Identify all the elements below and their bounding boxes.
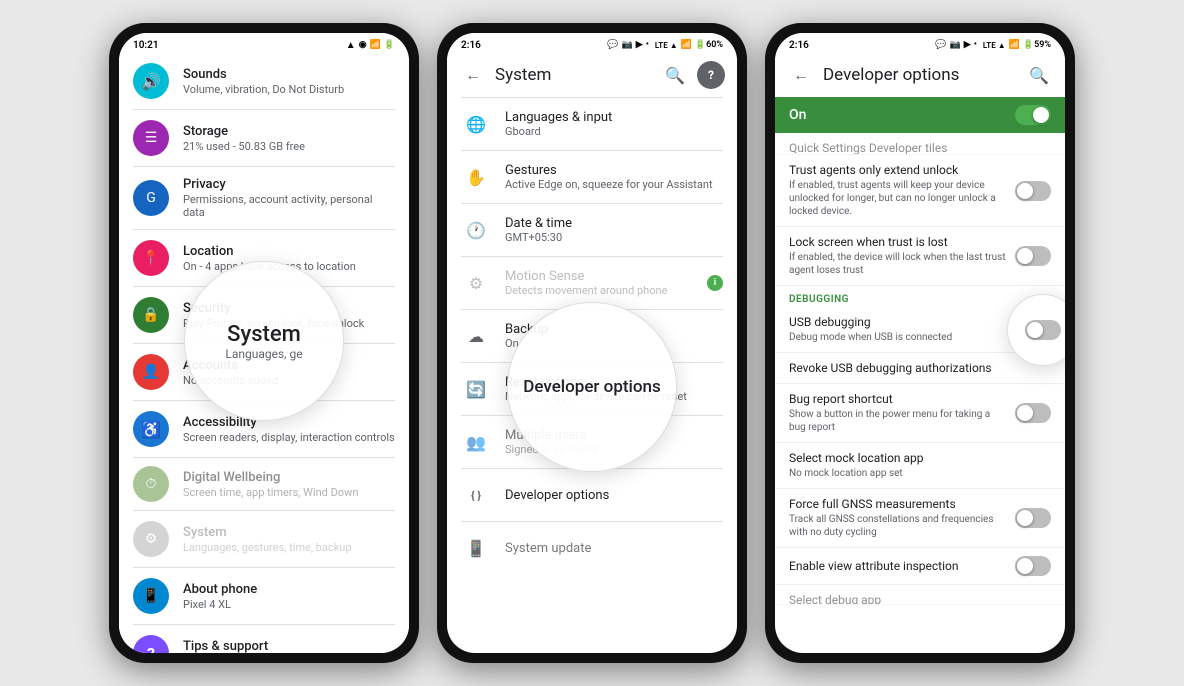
developer-circle-text: Developer options [513, 377, 670, 397]
digital-wellbeing-icon: ⏱ [133, 466, 169, 502]
lock-screen-toggle[interactable] [1015, 246, 1051, 266]
reset-icon: 🔄 [461, 374, 491, 404]
privacy-icon: G [133, 180, 169, 216]
status-icons-1: ▲ ◉ 📶 🔋 [346, 40, 395, 51]
settings-item-system[interactable]: ⚙ System Languages, gestures, time, back… [119, 511, 409, 567]
menu-languages[interactable]: 🌐 Languages & input Gboard [447, 98, 737, 150]
status-icons-3: 💬 📷 ▶ • LTE ▲ 📶 🔋59% [935, 40, 1051, 50]
system-icon: ⚙ [133, 521, 169, 557]
dev-on-label: On [789, 107, 806, 123]
phone-3: 2:16 💬 📷 ▶ • LTE ▲ 📶 🔋59% ← Developer op… [765, 23, 1075, 663]
menu-system-update[interactable]: 📱 System update [447, 522, 737, 574]
back-button-3[interactable]: ← [787, 61, 815, 89]
settings-item-sounds[interactable]: 🔊 Sounds Volume, vibration, Do Not Distu… [119, 53, 409, 109]
dev-option-mock-location[interactable]: Select mock location app No mock locatio… [775, 443, 1065, 489]
system-circle-overlay: System Languages, ge [184, 261, 344, 421]
status-bar-1: 10:21 ▲ ◉ 📶 🔋 [119, 33, 409, 53]
sounds-title: Sounds [183, 67, 395, 82]
dev-option-debug-app[interactable]: Select debug app [775, 585, 1065, 605]
search-button-2[interactable]: 🔍 [661, 61, 689, 89]
about-icon: 📱 [133, 578, 169, 614]
dev-option-view-attr[interactable]: Enable view attribute inspection [775, 548, 1065, 585]
status-bar-2: 2:16 💬 📷 ▶ • LTE ▲ 📶 🔋60% [447, 33, 737, 53]
security-icon: 🔒 [133, 297, 169, 333]
dev-option-usb-debugging[interactable]: USB debugging Debug mode when USB is con… [775, 307, 1065, 353]
dev-master-toggle[interactable] [1015, 105, 1051, 125]
time-1: 10:21 [133, 40, 159, 51]
usb-debugging-toggle[interactable] [1025, 320, 1061, 340]
developer-circle-overlay: Developer options [507, 302, 677, 472]
gnss-toggle[interactable] [1015, 508, 1051, 528]
menu-datetime[interactable]: 🕐 Date & time GMT+05:30 [447, 204, 737, 256]
settings-item-about[interactable]: 📱 About phone Pixel 4 XL [119, 568, 409, 624]
time-2: 2:16 [461, 40, 481, 51]
languages-icon: 🌐 [461, 109, 491, 139]
developer-icon: { } [461, 480, 491, 510]
settings-item-digital-wellbeing[interactable]: ⏱ Digital Wellbeing Screen time, app tim… [119, 458, 409, 510]
tips-icon: ? [133, 635, 169, 653]
time-3: 2:16 [789, 40, 809, 51]
motion-sense-icon: ⚙ [461, 268, 491, 298]
help-button-2[interactable]: ? [697, 61, 725, 89]
gestures-icon: ✋ [461, 162, 491, 192]
dev-option-gnss[interactable]: Force full GNSS measurements Track all G… [775, 489, 1065, 548]
location-icon: 📍 [133, 240, 169, 276]
status-icons-2: 💬 📷 ▶ • LTE ▲ 📶 🔋60% [607, 40, 723, 50]
system-menu: 🌐 Languages & input Gboard ✋ Gestures Ac… [447, 98, 737, 653]
bug-report-toggle[interactable] [1015, 403, 1051, 423]
trust-agents-toggle[interactable] [1015, 181, 1051, 201]
dev-master-toggle-thumb [1033, 107, 1049, 123]
app-bar-3: ← Developer options 🔍 [775, 53, 1065, 97]
dev-toggle-bar: On [775, 97, 1065, 133]
settings-item-tips[interactable]: ? Tips & support Help articles, phone & … [119, 625, 409, 653]
settings-item-storage[interactable]: ☰ Storage 21% used - 50.83 GB free [119, 110, 409, 166]
phone-2: 2:16 💬 📷 ▶ • LTE ▲ 📶 🔋60% ← System 🔍 ? 🌐 [437, 23, 747, 663]
screen-title-2: System [495, 65, 653, 85]
circle-text: System [227, 322, 301, 347]
status-bar-3: 2:16 💬 📷 ▶ • LTE ▲ 📶 🔋59% [775, 33, 1065, 53]
sounds-subtitle: Volume, vibration, Do Not Disturb [183, 83, 395, 96]
settings-item-privacy[interactable]: G Privacy Permissions, account activity,… [119, 167, 409, 229]
dev-option-bug-report[interactable]: Bug report shortcut Show a button in the… [775, 384, 1065, 443]
view-attr-toggle[interactable] [1015, 556, 1051, 576]
app-bar-2: ← System 🔍 ? [447, 53, 737, 97]
dev-option-trust-agents[interactable]: Trust agents only extend unlock If enabl… [775, 155, 1065, 227]
accessibility-icon: ♿ [133, 411, 169, 447]
accounts-icon: 👤 [133, 354, 169, 390]
system-update-icon: 📱 [461, 533, 491, 563]
sounds-icon: 🔊 [133, 63, 169, 99]
settings-list-1: 🔊 Sounds Volume, vibration, Do Not Distu… [119, 53, 409, 653]
screen-title-3: Developer options [823, 65, 1017, 85]
phone-1: 10:21 ▲ ◉ 📶 🔋 🔊 Sounds Volume, vibration… [109, 23, 419, 663]
dev-option-lock-screen[interactable]: Lock screen when trust is lost If enable… [775, 227, 1065, 286]
menu-developer[interactable]: { } Developer options [447, 469, 737, 521]
storage-icon: ☰ [133, 120, 169, 156]
dev-option-quick-settings[interactable]: Quick Settings Developer tiles [775, 133, 1065, 155]
circle-subtext: Languages, ge [225, 347, 302, 361]
developer-options-list: Quick Settings Developer tiles Trust age… [775, 133, 1065, 653]
backup-icon: ☁ [461, 321, 491, 351]
menu-gestures[interactable]: ✋ Gestures Active Edge on, squeeze for y… [447, 151, 737, 203]
datetime-icon: 🕐 [461, 215, 491, 245]
users-icon: 👥 [461, 427, 491, 457]
back-button-2[interactable]: ← [459, 61, 487, 89]
search-button-3[interactable]: 🔍 [1025, 61, 1053, 89]
motion-sense-badge: i [707, 275, 723, 291]
